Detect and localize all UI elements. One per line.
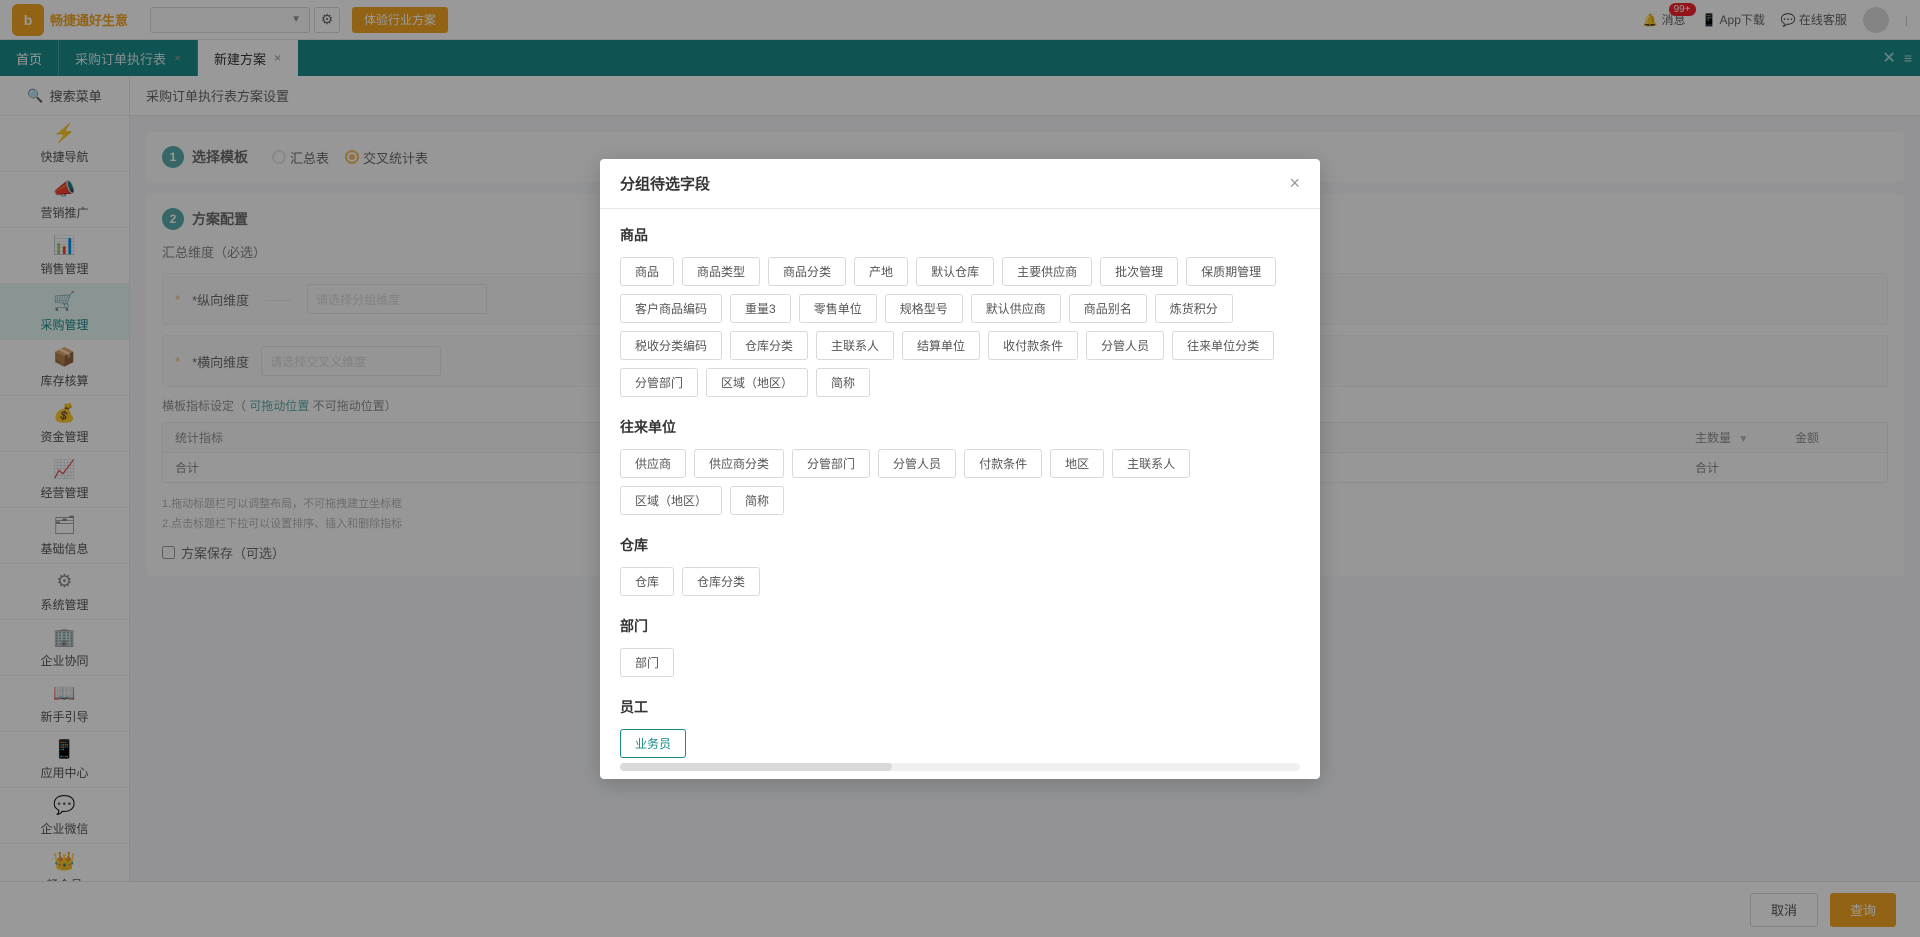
product-fields: 商品 商品类型 商品分类 产地 默认仓库 主要供应商 批次管理 保质期管理 客户… xyxy=(620,257,1300,397)
field-tag[interactable]: 炼货积分 xyxy=(1155,294,1233,323)
partner-fields: 供应商 供应商分类 分管部门 分管人员 付款条件 地区 主联系人 区域（地区） … xyxy=(620,449,1300,515)
field-tag[interactable]: 分管人员 xyxy=(878,449,956,478)
field-group-employee-title: 员工 xyxy=(620,697,1300,717)
field-tag[interactable]: 重量3 xyxy=(730,294,791,323)
field-tag[interactable]: 付款条件 xyxy=(964,449,1042,478)
field-group-employee: 员工 业务员 xyxy=(620,697,1300,758)
department-fields: 部门 xyxy=(620,648,1300,677)
field-tag[interactable]: 零售单位 xyxy=(799,294,877,323)
field-tag[interactable]: 商品别名 xyxy=(1069,294,1147,323)
field-tag[interactable]: 保质期管理 xyxy=(1186,257,1276,286)
field-tag[interactable]: 商品类型 xyxy=(682,257,760,286)
field-tag[interactable]: 区域（地区） xyxy=(620,486,722,515)
modal-body: 商品 商品 商品类型 商品分类 产地 默认仓库 主要供应商 批次管理 保质期管理… xyxy=(600,209,1320,763)
field-tag[interactable]: 税收分类编码 xyxy=(620,331,722,360)
field-group-warehouse-title: 仓库 xyxy=(620,535,1300,555)
field-tag[interactable]: 地区 xyxy=(1050,449,1104,478)
field-tag[interactable]: 分管人员 xyxy=(1086,331,1164,360)
field-group-partner: 往来单位 供应商 供应商分类 分管部门 分管人员 付款条件 地区 主联系人 区域… xyxy=(620,417,1300,515)
field-group-product: 商品 商品 商品类型 商品分类 产地 默认仓库 主要供应商 批次管理 保质期管理… xyxy=(620,225,1300,397)
field-tag[interactable]: 简称 xyxy=(816,368,870,397)
modal-hscrollbar-area xyxy=(600,763,1320,779)
field-select-modal: 分组待选字段 × 商品 商品 商品类型 商品分类 产地 默认仓库 主要供应商 批… xyxy=(600,159,1320,779)
field-tag[interactable]: 规格型号 xyxy=(885,294,963,323)
field-tag[interactable]: 仓库分类 xyxy=(730,331,808,360)
field-tag[interactable]: 供应商 xyxy=(620,449,686,478)
field-tag[interactable]: 商品 xyxy=(620,257,674,286)
field-group-product-title: 商品 xyxy=(620,225,1300,245)
field-tag[interactable]: 产地 xyxy=(854,257,908,286)
field-tag[interactable]: 简称 xyxy=(730,486,784,515)
field-group-department-title: 部门 xyxy=(620,616,1300,636)
field-tag[interactable]: 主要供应商 xyxy=(1002,257,1092,286)
field-tag[interactable]: 仓库分类 xyxy=(682,567,760,596)
field-group-department: 部门 部门 xyxy=(620,616,1300,677)
field-group-warehouse: 仓库 仓库 仓库分类 xyxy=(620,535,1300,596)
field-tag[interactable]: 商品分类 xyxy=(768,257,846,286)
employee-fields: 业务员 xyxy=(620,729,1300,758)
field-tag[interactable]: 主联系人 xyxy=(816,331,894,360)
field-tag[interactable]: 批次管理 xyxy=(1100,257,1178,286)
field-tag[interactable]: 部门 xyxy=(620,648,674,677)
field-tag[interactable]: 客户商品编码 xyxy=(620,294,722,323)
field-tag[interactable]: 供应商分类 xyxy=(694,449,784,478)
field-tag[interactable]: 默认仓库 xyxy=(916,257,994,286)
modal-overlay: 分组待选字段 × 商品 商品 商品类型 商品分类 产地 默认仓库 主要供应商 批… xyxy=(0,0,1920,937)
field-tag[interactable]: 收付款条件 xyxy=(988,331,1078,360)
field-tag[interactable]: 默认供应商 xyxy=(971,294,1061,323)
field-tag[interactable]: 往来单位分类 xyxy=(1172,331,1274,360)
field-tag[interactable]: 仓库 xyxy=(620,567,674,596)
field-group-partner-title: 往来单位 xyxy=(620,417,1300,437)
field-tag[interactable]: 业务员 xyxy=(620,729,686,758)
field-tag[interactable]: 区域（地区） xyxy=(706,368,808,397)
field-tag[interactable]: 结算单位 xyxy=(902,331,980,360)
field-tag[interactable]: 分管部门 xyxy=(792,449,870,478)
modal-title: 分组待选字段 xyxy=(620,173,710,194)
modal-close-button[interactable]: × xyxy=(1289,173,1300,194)
warehouse-fields: 仓库 仓库分类 xyxy=(620,567,1300,596)
field-tag[interactable]: 分管部门 xyxy=(620,368,698,397)
field-tag[interactable]: 主联系人 xyxy=(1112,449,1190,478)
modal-header: 分组待选字段 × xyxy=(600,159,1320,209)
modal-hscrollbar[interactable] xyxy=(620,763,1300,771)
